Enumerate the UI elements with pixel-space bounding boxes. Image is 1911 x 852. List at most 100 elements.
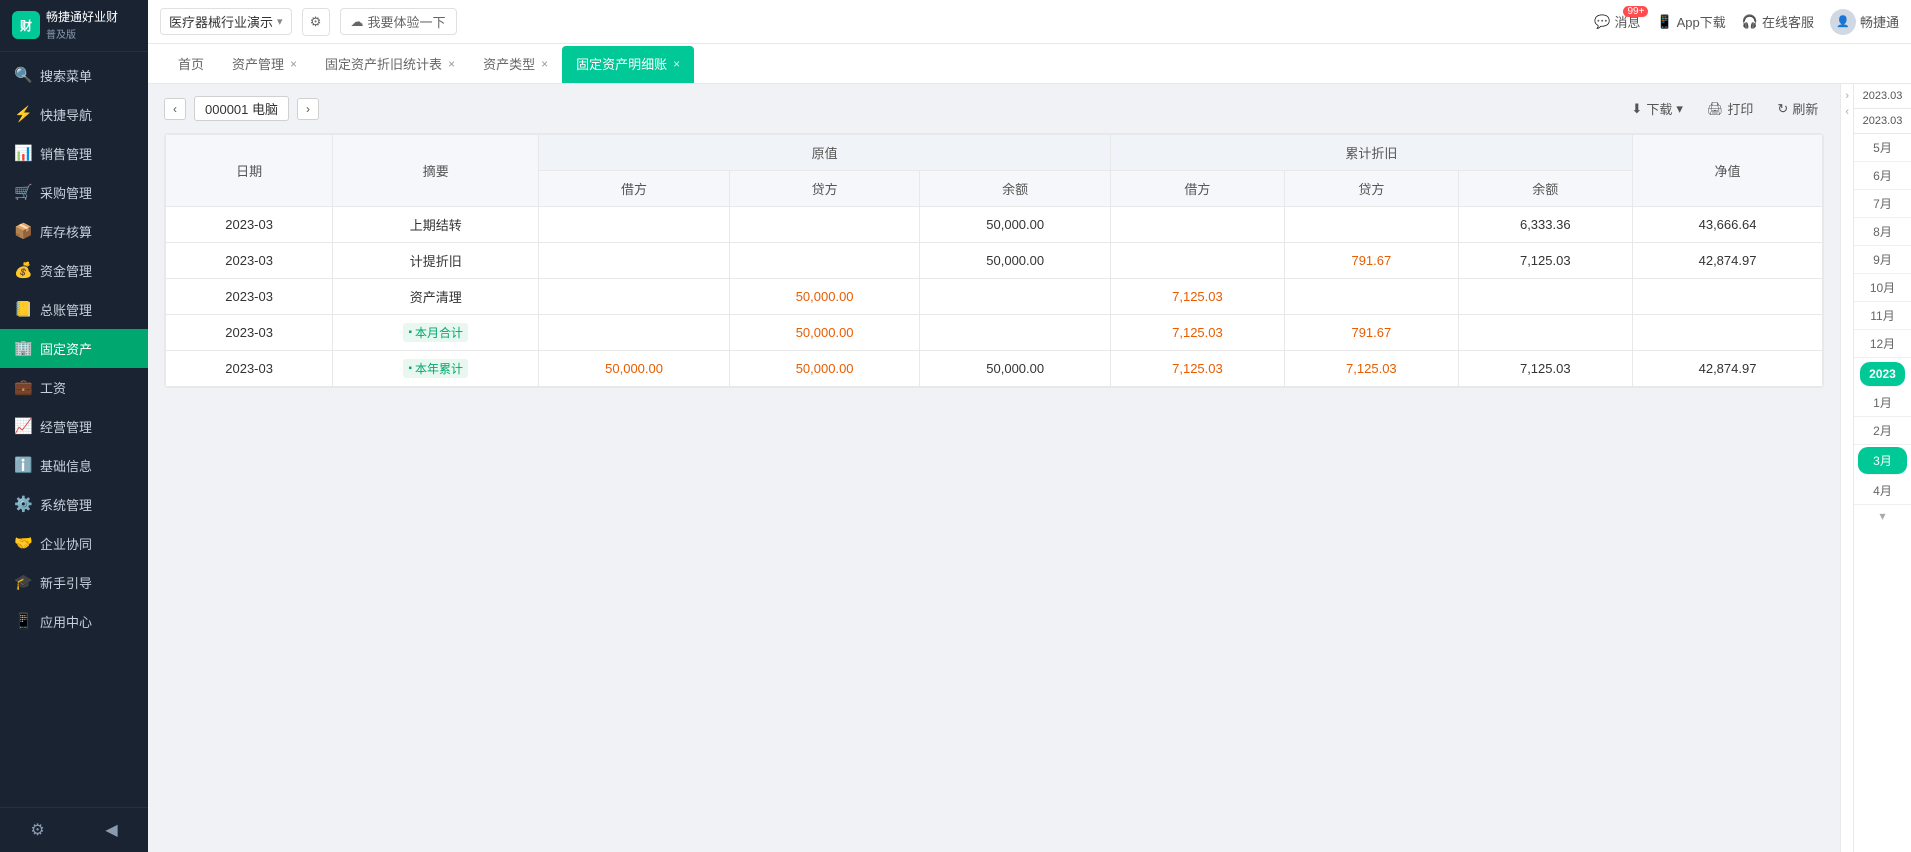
settings-bottom-button[interactable]: ⚙ — [22, 816, 52, 844]
month-5[interactable]: 5月 — [1854, 134, 1911, 162]
cell-orig-balance: 50,000.00 — [920, 351, 1111, 387]
sales-icon: 📊 — [14, 144, 32, 162]
year-2023[interactable]: 2023 — [1860, 362, 1905, 387]
sidebar-item-label: 库存核算 — [40, 222, 92, 241]
cell-orig-balance — [920, 315, 1111, 351]
cell-acc-debit: 7,125.03 — [1110, 279, 1284, 315]
month-9[interactable]: 9月 — [1854, 246, 1911, 274]
sidebar-item-label: 新手引导 — [40, 573, 92, 592]
sidebar-item-app-center[interactable]: 📱 应用中心 — [0, 602, 148, 641]
sidebar-item-basic-info[interactable]: ℹ️ 基础信息 — [0, 446, 148, 485]
operations-icon: 📈 — [14, 417, 32, 435]
tab-asset-detail[interactable]: 固定资产明细账 × — [562, 46, 694, 83]
cell-summary: ▪本月合计 — [333, 315, 539, 351]
app-download-button[interactable]: 📱 App下载 — [1656, 12, 1725, 31]
next-asset-button[interactable]: › — [297, 98, 319, 120]
cell-orig-balance — [920, 279, 1111, 315]
cell-net-value: 43,666.64 — [1632, 207, 1823, 243]
tab-asset-type-close[interactable]: × — [541, 58, 548, 70]
prev-asset-button[interactable]: ‹ — [164, 98, 186, 120]
sidebar-bottom: ⚙ ◀ — [0, 807, 148, 852]
month-12[interactable]: 12月 — [1854, 330, 1911, 358]
cell-date: 2023-03 — [166, 315, 333, 351]
chevron-down-icon: ▾ — [277, 15, 283, 28]
sidebar-item-beginner[interactable]: 🎓 新手引导 — [0, 563, 148, 602]
print-button[interactable]: 🖨 打印 — [1701, 96, 1760, 121]
sidebar-item-enterprise[interactable]: 🤝 企业协同 — [0, 524, 148, 563]
cell-orig-debit: 50,000.00 — [539, 351, 730, 387]
panel-collapse-icon[interactable]: › — [1843, 88, 1851, 104]
sidebar-item-quick-nav[interactable]: ⚡ 快捷导航 — [0, 95, 148, 134]
toolbar-right: ⬇ 下载 ▾ 🖨 打印 ↻ 刷新 — [1625, 96, 1824, 121]
service-icon: 🎧 — [1742, 14, 1758, 30]
collapse-button[interactable]: ◀ — [97, 816, 125, 844]
download-label: 下载 — [1646, 99, 1672, 118]
date-nav-top2[interactable]: 2023.03 — [1854, 109, 1911, 134]
sidebar-item-operations[interactable]: 📈 经营管理 — [0, 407, 148, 446]
sidebar-item-label: 基础信息 — [40, 456, 92, 475]
cell-date: 2023-03 — [166, 207, 333, 243]
customer-service-button[interactable]: 🎧 在线客服 — [1742, 12, 1814, 31]
cell-date: 2023-03 — [166, 351, 333, 387]
refresh-button[interactable]: ↻ 刷新 — [1771, 96, 1824, 121]
sidebar-item-inventory[interactable]: 📦 库存核算 — [0, 212, 148, 251]
cell-summary: 上期结转 — [333, 207, 539, 243]
tab-depreciation-stats[interactable]: 固定资产折旧统计表 × — [311, 46, 469, 83]
tab-asset-type-label: 资产类型 — [483, 54, 535, 73]
enterprise-icon: 🤝 — [14, 534, 32, 552]
sidebar-item-ledger[interactable]: 📒 总账管理 — [0, 290, 148, 329]
header-settings-button[interactable]: ⚙ — [302, 8, 330, 36]
tab-asset-mgmt[interactable]: 资产管理 × — [218, 46, 311, 83]
header-right: 💬 消息 99+ 📱 App下载 🎧 在线客服 👤 畅捷通 — [1594, 9, 1899, 35]
tab-asset-mgmt-close[interactable]: × — [290, 58, 297, 70]
month-10[interactable]: 10月 — [1854, 274, 1911, 302]
tab-home[interactable]: 首页 — [164, 46, 218, 83]
sidebar-item-sales[interactable]: 📊 销售管理 — [0, 134, 148, 173]
search-icon: 🔍 — [14, 66, 32, 84]
date-nav-down-icon[interactable]: ▾ — [1854, 505, 1911, 527]
tab-asset-detail-close[interactable]: × — [673, 58, 680, 70]
month-8[interactable]: 8月 — [1854, 218, 1911, 246]
sidebar-item-label: 企业协同 — [40, 534, 92, 553]
month-1[interactable]: 1月 — [1854, 389, 1911, 417]
company-selector[interactable]: 医疗器械行业演示 ▾ — [160, 8, 292, 35]
user-menu[interactable]: 👤 畅捷通 — [1830, 9, 1899, 35]
sidebar-item-salary[interactable]: 💼 工资 — [0, 368, 148, 407]
col-accumulated: 累计折旧 — [1110, 135, 1632, 171]
sidebar-item-label: 快捷导航 — [40, 105, 92, 124]
month-6[interactable]: 6月 — [1854, 162, 1911, 190]
cell-acc-credit: 791.67 — [1284, 243, 1458, 279]
tab-asset-type[interactable]: 资产类型 × — [469, 46, 562, 83]
sidebar: 财 畅捷通好业财 普及版 🔍 搜索菜单 ⚡ 快捷导航 📊 销售管理 🛒 采购管理… — [0, 0, 148, 852]
tab-depreciation-close[interactable]: × — [448, 58, 455, 70]
sidebar-item-search[interactable]: 🔍 搜索菜单 — [0, 56, 148, 95]
sidebar-item-purchase[interactable]: 🛒 采购管理 — [0, 173, 148, 212]
message-icon: 💬 — [1594, 14, 1610, 30]
cell-acc-credit: 791.67 — [1284, 315, 1458, 351]
month-3[interactable]: 3月 — [1858, 447, 1907, 475]
sidebar-item-label: 经营管理 — [40, 417, 92, 436]
app-name: 畅捷通好业财 — [46, 10, 118, 26]
cell-acc-debit: 7,125.03 — [1110, 351, 1284, 387]
message-button[interactable]: 💬 消息 99+ — [1594, 12, 1640, 31]
sidebar-item-system[interactable]: ⚙️ 系统管理 — [0, 485, 148, 524]
cell-net-value: 42,874.97 — [1632, 351, 1823, 387]
cell-acc-balance — [1458, 279, 1632, 315]
month-11[interactable]: 11月 — [1854, 302, 1911, 330]
month-4[interactable]: 4月 — [1854, 477, 1911, 505]
inventory-icon: 📦 — [14, 222, 32, 240]
purchase-icon: 🛒 — [14, 183, 32, 201]
sidebar-item-fixed-assets[interactable]: 🏢 固定资产 — [0, 329, 148, 368]
cell-orig-debit — [539, 279, 730, 315]
month-2[interactable]: 2月 — [1854, 417, 1911, 445]
download-button[interactable]: ⬇ 下载 ▾ — [1625, 96, 1688, 121]
sidebar-item-capital[interactable]: 💰 资金管理 — [0, 251, 148, 290]
main-area: 医疗器械行业演示 ▾ ⚙ ☁ 我要体验一下 💬 消息 99+ 📱 App下载 🎧… — [148, 0, 1911, 852]
tab-asset-mgmt-label: 资产管理 — [232, 54, 284, 73]
experience-button[interactable]: ☁ 我要体验一下 — [340, 8, 457, 35]
fixed-assets-icon: 🏢 — [14, 339, 32, 357]
month-7[interactable]: 7月 — [1854, 190, 1911, 218]
print-icon: 🖨 — [1707, 101, 1724, 117]
date-nav-top1[interactable]: 2023.03 — [1854, 84, 1911, 109]
panel-expand-icon[interactable]: ‹ — [1843, 104, 1851, 120]
